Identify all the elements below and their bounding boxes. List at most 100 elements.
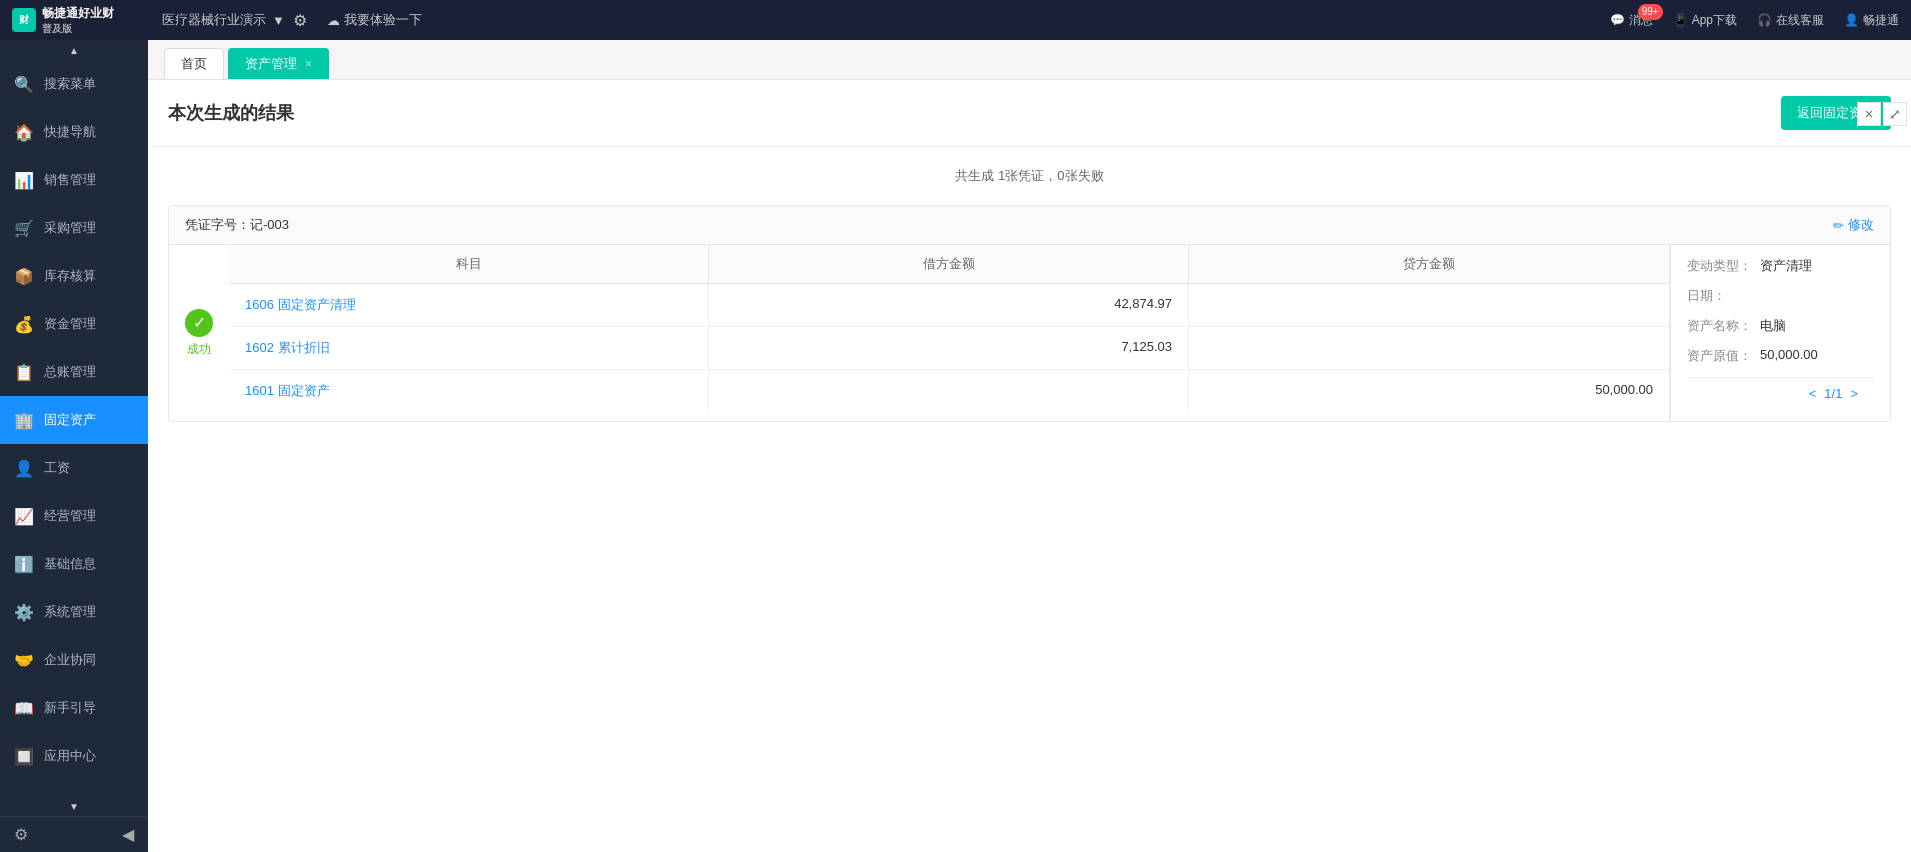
user-avatar-button[interactable]: 👤 畅捷通 [1844,12,1899,29]
side-info-panel: 变动类型： 资产清理 日期： 资产名称： 电脑 [1670,245,1890,421]
page-title: 本次生成的结果 [168,101,294,125]
page-header: 本次生成的结果 返回固定资产 [148,80,1911,147]
original-value-label: 资产原值： [1687,347,1752,365]
sidebar-item-guide[interactable]: 📖 新手引导 [0,684,148,732]
sidebar-item-app-center[interactable]: 🔲 应用中心 [0,732,148,780]
logo-text: 畅捷通好业财 [42,5,114,22]
th-subject: 科目 [229,245,709,283]
sidebar-item-fixed-assets[interactable]: 🏢 固定资产 [0,396,148,444]
sidebar-item-basic-info[interactable]: ℹ️ 基础信息 [0,540,148,588]
sidebar-item-label: 搜索菜单 [44,75,96,93]
sidebar-item-purchase[interactable]: 🛒 采购管理 [0,204,148,252]
sidebar-item-label: 总账管理 [44,363,96,381]
td-subject-3: 1601 固定资产 [229,370,709,412]
result-summary: 共生成 1张凭证，0张失败 [168,167,1891,185]
purchase-icon: 🛒 [14,219,34,238]
collaboration-icon: 🤝 [14,651,34,670]
sidebar-item-label: 企业协同 [44,651,96,669]
sidebar-item-system[interactable]: ⚙️ 系统管理 [0,588,148,636]
sidebar-items: 🔍 搜索菜单 🏠 快捷导航 📊 销售管理 🛒 采购管理 📦 库存核算 💰 [0,60,148,796]
system-icon: ⚙️ [14,603,34,622]
table-row: 1601 固定资产 50,000.00 [229,370,1669,412]
close-panel-button[interactable]: × [1857,102,1881,126]
settings-icon[interactable]: ⚙ [14,825,28,844]
operations-icon: 📈 [14,507,34,526]
expand-panel-button[interactable]: ⤢ [1883,102,1907,126]
td-debit-2: 7,125.03 [709,327,1189,369]
funds-icon: 💰 [14,315,34,334]
sidebar-scroll-down[interactable]: ▼ [0,796,148,816]
td-subject-1: 1606 固定资产清理 [229,284,709,326]
sidebar-item-sales[interactable]: 📊 销售管理 [0,156,148,204]
pagination: < 1/1 > [1687,377,1874,409]
sidebar-item-funds[interactable]: 💰 资金管理 [0,300,148,348]
sidebar-item-label: 销售管理 [44,171,96,189]
sidebar-item-label: 新手引导 [44,699,96,717]
voucher-body: ✓ 成功 科目 借方金额 贷方金额 1606 固定资产清理 [169,245,1890,421]
info-row-date: 日期： [1687,287,1874,305]
info-row-asset-name: 资产名称： 电脑 [1687,317,1874,335]
sidebar: ▲ 🔍 搜索菜单 🏠 快捷导航 📊 销售管理 🛒 采购管理 📦 库存核算 [0,40,148,852]
sidebar-item-label: 工资 [44,459,70,477]
top-header: 财 畅捷通好业财 普及版 医疗器械行业演示 ▼ ⚙ ☁ 我要体验一下 💬 消息 … [0,0,1911,40]
experience-button[interactable]: ☁ 我要体验一下 [327,11,422,29]
app-center-icon: 🔲 [14,747,34,766]
status-column: ✓ 成功 [169,245,229,421]
info-row-original-value: 资产原值： 50,000.00 [1687,347,1874,365]
sidebar-item-ledger[interactable]: 📋 总账管理 [0,348,148,396]
sidebar-item-inventory[interactable]: 📦 库存核算 [0,252,148,300]
company-settings-icon[interactable]: ⚙ [293,11,307,30]
online-service-button[interactable]: 🎧 在线客服 [1757,12,1824,29]
collapse-icon[interactable]: ◀ [122,825,134,844]
header-right: 💬 消息 99+ 📱 App下载 🎧 在线客服 👤 畅捷通 [1610,12,1899,29]
voucher-edit-button[interactable]: ✏ 修改 [1833,216,1874,234]
panel-controls: × ⤢ [1853,98,1911,130]
pagination-next[interactable]: > [1850,386,1858,401]
company-dropdown-icon: ▼ [272,13,285,28]
tab-assets-close[interactable]: × [305,57,312,71]
status-icon: ✓ [185,309,213,337]
guide-icon: 📖 [14,699,34,718]
app-download-button[interactable]: 📱 App下载 [1673,12,1737,29]
sidebar-item-label: 系统管理 [44,603,96,621]
td-debit-3 [709,370,1189,412]
sidebar-item-operations[interactable]: 📈 经营管理 [0,492,148,540]
pagination-prev[interactable]: < [1809,386,1817,401]
messages-button[interactable]: 💬 消息 99+ [1610,12,1653,29]
voucher-table: 科目 借方金额 贷方金额 1606 固定资产清理 42,874.97 1602 … [229,245,1670,421]
sidebar-item-label: 应用中心 [44,747,96,765]
experience-icon: ☁ [327,13,340,28]
sidebar-footer: ⚙ ◀ [0,816,148,852]
table-header: 科目 借方金额 贷方金额 [229,245,1669,284]
sidebar-item-collaboration[interactable]: 🤝 企业协同 [0,636,148,684]
company-name: 医疗器械行业演示 [162,11,266,29]
main-content: 本次生成的结果 返回固定资产 共生成 1张凭证，0张失败 凭证字号：记-003 … [148,80,1911,852]
username-label: 畅捷通 [1863,12,1899,29]
sidebar-item-label: 经营管理 [44,507,96,525]
asset-name-value: 电脑 [1760,317,1786,335]
company-selector[interactable]: 医疗器械行业演示 ▼ [162,11,285,29]
sidebar-scroll-up[interactable]: ▲ [0,40,148,60]
voucher-header: 凭证字号：记-003 ✏ 修改 [169,206,1890,245]
online-service-label: 在线客服 [1776,12,1824,29]
tab-assets[interactable]: 资产管理 × [228,48,329,79]
sidebar-item-label: 资金管理 [44,315,96,333]
th-credit: 贷方金额 [1189,245,1669,283]
th-debit: 借方金额 [709,245,1189,283]
user-avatar-icon: 👤 [1844,13,1859,27]
tab-home-label: 首页 [181,55,207,73]
edit-icon: ✏ [1833,218,1844,233]
asset-name-label: 资产名称： [1687,317,1752,335]
sidebar-item-search[interactable]: 🔍 搜索菜单 [0,60,148,108]
experience-text: 我要体验一下 [344,11,422,29]
tab-home[interactable]: 首页 [164,48,224,79]
td-subject-2: 1602 累计折旧 [229,327,709,369]
ledger-icon: 📋 [14,363,34,382]
messages-icon: 💬 [1610,13,1625,27]
sidebar-item-payroll[interactable]: 👤 工资 [0,444,148,492]
app-download-label: App下载 [1692,12,1737,29]
sidebar-item-quick-nav[interactable]: 🏠 快捷导航 [0,108,148,156]
status-text: 成功 [187,341,211,358]
edit-label: 修改 [1848,216,1874,234]
date-label: 日期： [1687,287,1726,305]
